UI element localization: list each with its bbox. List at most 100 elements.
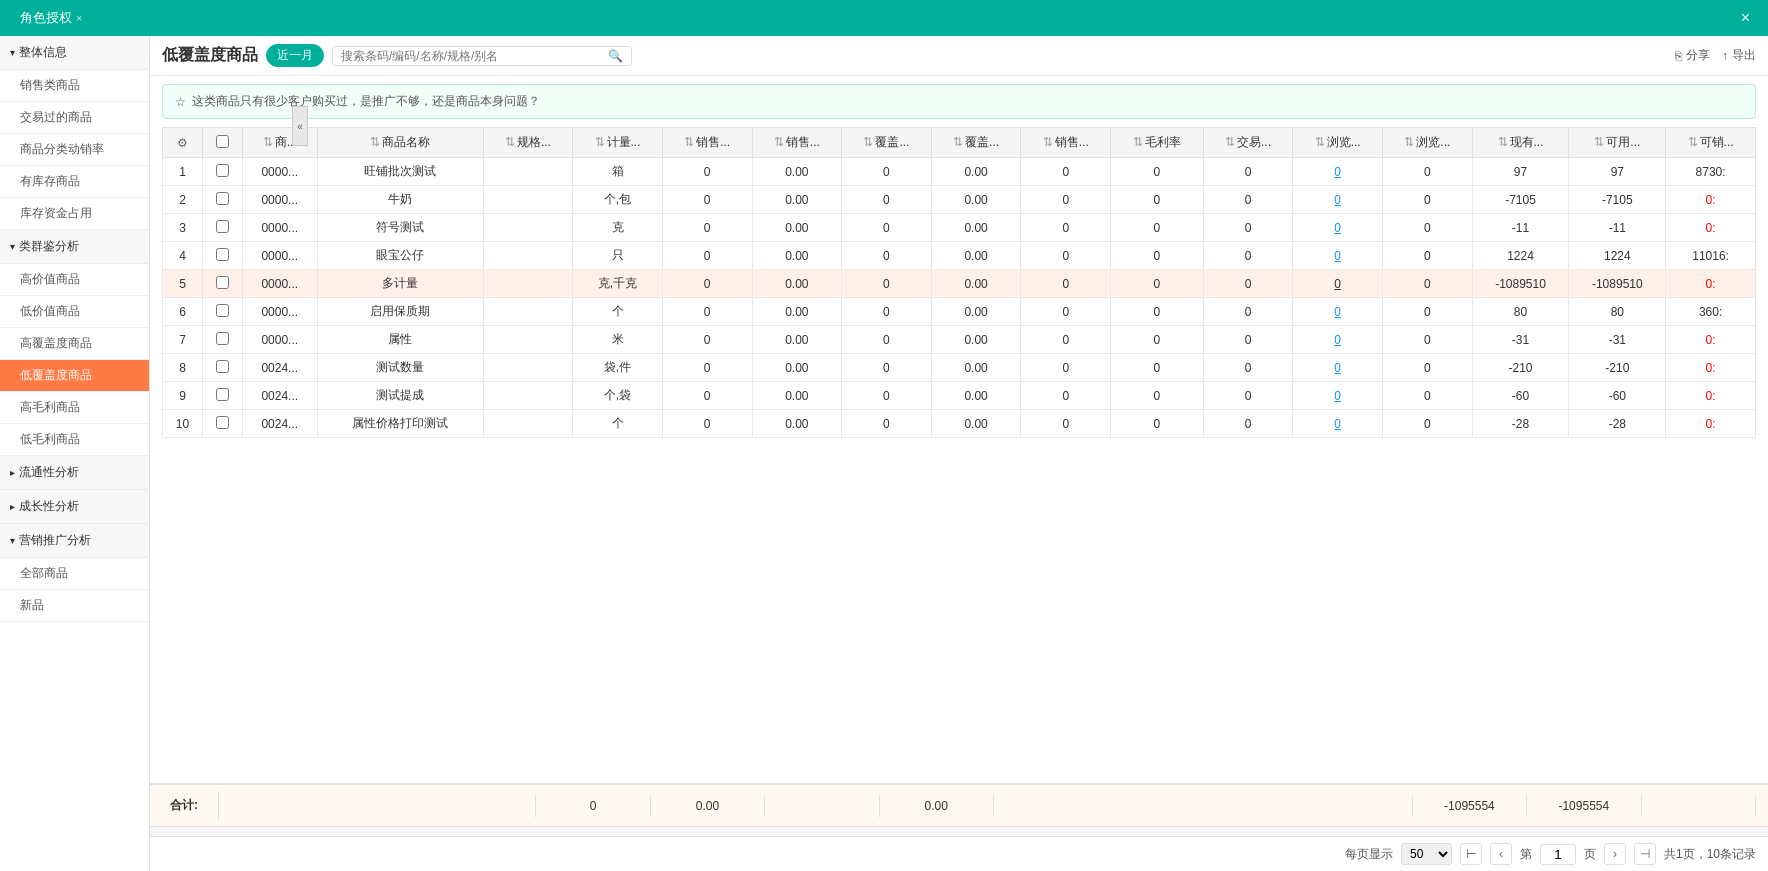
sidebar-item-低覆盖度商品[interactable]: 低覆盖度商品 — [0, 360, 149, 392]
share-button[interactable]: ⎘ 分享 — [1675, 47, 1710, 64]
sidebar-item-高价值商品[interactable]: 高价值商品 — [0, 264, 149, 296]
sidebar-item-销售类商品[interactable]: 销售类商品 — [0, 70, 149, 102]
cell-currentStock: -11 — [1472, 214, 1569, 242]
page-number-input[interactable] — [1540, 844, 1576, 865]
sidebar-item-高毛利商品[interactable]: 高毛利商品 — [0, 392, 149, 424]
filter-recent-month-button[interactable]: 近一月 — [266, 44, 324, 67]
row-checkbox[interactable] — [216, 164, 229, 177]
prev-page-button[interactable]: ‹ — [1490, 843, 1512, 865]
sidebar-item-低毛利商品[interactable]: 低毛利商品 — [0, 424, 149, 456]
cell-coverageRate: 0.00 — [931, 410, 1021, 438]
sidebar-item-商品分类动销率[interactable]: 商品分类动销率 — [0, 134, 149, 166]
sort-icon[interactable]: ⇅ — [863, 135, 873, 149]
sort-icon[interactable]: ⇅ — [1498, 135, 1508, 149]
sidebar-section-3[interactable]: ▸成长性分析 — [0, 490, 149, 524]
sidebar-item-库存资金占用[interactable]: 库存资金占用 — [0, 198, 149, 230]
sort-icon[interactable]: ⇅ — [1133, 135, 1143, 149]
window-close-button[interactable]: × — [1731, 9, 1760, 27]
header-actions: ⎘ 分享 ↑ 导出 — [1675, 47, 1756, 64]
current-page-label: 第 — [1520, 846, 1532, 863]
sidebar-section-4[interactable]: ▾营销推广分析 — [0, 524, 149, 558]
cell-browseRate: 0 — [1383, 270, 1473, 298]
content-header: 低覆盖度商品 近一月 🔍 ⎘ 分享 ↑ 导出 — [150, 36, 1768, 76]
sort-icon[interactable]: ⇅ — [505, 135, 515, 149]
cell-name: 符号测试 — [318, 214, 484, 242]
sort-icon[interactable]: ⇅ — [1404, 135, 1414, 149]
sidebar-item-全部商品[interactable]: 全部商品 — [0, 558, 149, 590]
next-page-button[interactable]: › — [1604, 843, 1626, 865]
cell-browseLink[interactable]: 0 — [1293, 382, 1383, 410]
cell-browseLink[interactable]: 0 — [1293, 410, 1383, 438]
cell-no: 7 — [163, 326, 203, 354]
sidebar-section-2[interactable]: ▸流通性分析 — [0, 456, 149, 490]
cell-browseLink[interactable]: 0 — [1293, 354, 1383, 382]
cell-browseLink[interactable]: 0 — [1293, 326, 1383, 354]
column-settings-icon[interactable]: ⚙ — [177, 136, 188, 150]
sort-icon[interactable]: ⇅ — [1315, 135, 1325, 149]
sidebar-item-交易过的商品[interactable]: 交易过的商品 — [0, 102, 149, 134]
cell-available: -11 — [1569, 214, 1666, 242]
row-checkbox[interactable] — [216, 304, 229, 317]
info-banner: ☆ 这类商品只有很少客户购买过，是推广不够，还是商品本身问题？ — [162, 84, 1756, 119]
cell-browseLink[interactable]: 0 — [1293, 214, 1383, 242]
row-checkbox[interactable] — [216, 360, 229, 373]
cell-saleable: 360: — [1666, 298, 1756, 326]
nav-tab-角色授权[interactable]: 角色授权 × — [8, 0, 120, 36]
cell-browseLink[interactable]: 0 — [1293, 270, 1383, 298]
sort-icon[interactable]: ⇅ — [263, 135, 273, 149]
sort-icon[interactable]: ⇅ — [774, 135, 784, 149]
cell-grossMargin: 0 — [1111, 158, 1204, 186]
sidebar-item-有库存商品[interactable]: 有库存商品 — [0, 166, 149, 198]
sidebar-item-新品[interactable]: 新品 — [0, 590, 149, 622]
sidebar-arrow-icon: ▸ — [10, 501, 15, 512]
cell-unit: 米 — [573, 326, 663, 354]
row-checkbox[interactable] — [216, 192, 229, 205]
cell-browseLink[interactable]: 0 — [1293, 242, 1383, 270]
cell-name: 测试数量 — [318, 354, 484, 382]
col-header-grossMargin: ⇅毛利率 — [1111, 128, 1204, 158]
cell-coverageCount: 0 — [842, 410, 932, 438]
tab-close-icon[interactable]: × — [76, 12, 82, 24]
select-all-checkbox[interactable] — [216, 135, 229, 148]
sort-icon[interactable]: ⇅ — [1594, 135, 1604, 149]
sidebar-item-高覆盖度商品[interactable]: 高覆盖度商品 — [0, 328, 149, 360]
sort-icon[interactable]: ⇅ — [953, 135, 963, 149]
cell-browseLink[interactable]: 0 — [1293, 186, 1383, 214]
sort-icon[interactable]: ⇅ — [370, 135, 380, 149]
sort-icon[interactable]: ⇅ — [684, 135, 694, 149]
sidebar-collapse-button[interactable]: « — [292, 106, 308, 146]
last-page-button[interactable]: ⊣ — [1634, 843, 1656, 865]
scrollbar[interactable] — [150, 826, 1768, 836]
cell-browseLink[interactable]: 0 — [1293, 298, 1383, 326]
cell-currentStock: -31 — [1472, 326, 1569, 354]
sort-icon[interactable]: ⇅ — [1225, 135, 1235, 149]
sidebar-item-低价值商品[interactable]: 低价值商品 — [0, 296, 149, 328]
cell-available: -60 — [1569, 382, 1666, 410]
row-checkbox[interactable] — [216, 416, 229, 429]
first-page-button[interactable]: ⊢ — [1460, 843, 1482, 865]
cell-coverageRate: 0.00 — [931, 270, 1021, 298]
row-checkbox[interactable] — [216, 220, 229, 233]
sort-icon[interactable]: ⇅ — [1043, 135, 1053, 149]
sort-icon[interactable]: ⇅ — [1688, 135, 1698, 149]
sidebar-section-0[interactable]: ▾整体信息 — [0, 36, 149, 70]
cell-browseLink[interactable]: 0 — [1293, 158, 1383, 186]
col-header-settings[interactable]: ⚙ — [163, 128, 203, 158]
col-header-coverageCount: ⇅覆盖... — [842, 128, 932, 158]
cell-coverageRate: 0.00 — [931, 242, 1021, 270]
cell-spec — [483, 298, 573, 326]
info-text: 这类商品只有很少客户购买过，是推广不够，还是商品本身问题？ — [192, 93, 540, 110]
search-input[interactable] — [341, 49, 604, 63]
row-checkbox[interactable] — [216, 332, 229, 345]
cell-coverageRate: 0.00 — [931, 354, 1021, 382]
row-checkbox[interactable] — [216, 248, 229, 261]
row-checkbox[interactable] — [216, 388, 229, 401]
sidebar-section-1[interactable]: ▾类群鉴分析 — [0, 230, 149, 264]
page-size-select[interactable]: 50 20 100 — [1401, 843, 1452, 865]
page-size-label: 每页显示 — [1345, 846, 1393, 863]
sort-icon[interactable]: ⇅ — [595, 135, 605, 149]
row-checkbox[interactable] — [216, 276, 229, 289]
export-button[interactable]: ↑ 导出 — [1722, 47, 1756, 64]
cell-name: 旺铺批次测试 — [318, 158, 484, 186]
search-icon[interactable]: 🔍 — [608, 49, 623, 63]
